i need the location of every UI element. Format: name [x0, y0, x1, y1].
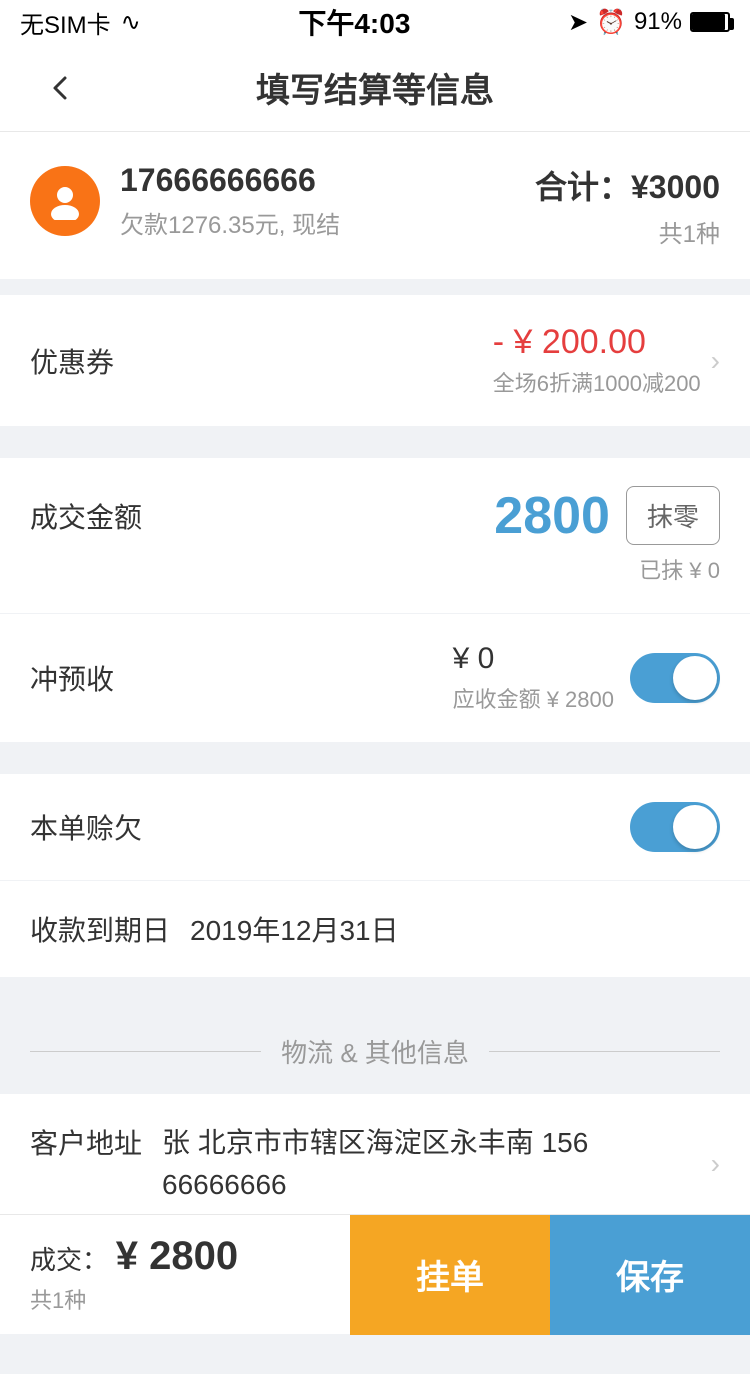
- section-divider-2: [0, 742, 750, 758]
- total-count: 共1种: [535, 214, 720, 249]
- due-date-row: 收款到期日 2019年12月31日: [30, 909, 720, 949]
- coupon-right: - ¥ 200.00 全场6折满1000减200 ›: [493, 323, 720, 398]
- deal-row: 成交金额 2800 抹零: [30, 486, 720, 545]
- bottom-deal-line: 成交： ¥ 2800: [30, 1234, 320, 1279]
- prereceive-label: 冲预收: [30, 658, 114, 698]
- arrear-label: 本单赊欠: [30, 807, 142, 847]
- prereceive-row: 冲预收 ¥ 0 应收金额 ¥ 2800: [30, 642, 720, 714]
- round-button[interactable]: 抹零: [626, 486, 720, 545]
- status-right: ➤ ⏰ 91%: [568, 8, 730, 37]
- divider-line-right: [489, 1051, 720, 1052]
- content-area: 17666666666 欠款1276.35元, 现结 合计：¥3000 共1种 …: [0, 132, 750, 1374]
- prereceive-info: ¥ 0 应收金额 ¥ 2800: [453, 642, 614, 714]
- battery-icon: [690, 12, 730, 32]
- coupon-chevron-icon: ›: [711, 345, 720, 377]
- customer-debt: 欠款1276.35元, 现结: [120, 205, 340, 240]
- coupon-label: 优惠券: [30, 341, 114, 381]
- prereceive-right: ¥ 0 应收金额 ¥ 2800: [453, 642, 720, 714]
- coupon-discount: - ¥ 200.00: [493, 323, 701, 362]
- divider-line-left: [30, 1051, 261, 1052]
- bottom-summary: 成交： ¥ 2800 共1种: [0, 1234, 350, 1315]
- customer-right: 合计：¥3000 共1种: [535, 162, 720, 249]
- customer-phone: 17666666666: [120, 162, 340, 199]
- bottom-amount: ¥ 2800: [116, 1234, 238, 1278]
- deal-right: 2800 抹零: [494, 486, 720, 545]
- bottom-bar: 成交： ¥ 2800 共1种 挂单 保存: [0, 1214, 750, 1334]
- due-date-section: 收款到期日 2019年12月31日: [0, 880, 750, 977]
- battery-percent: 91%: [634, 8, 682, 36]
- coupon-desc: 全场6折满1000减200: [493, 366, 701, 398]
- save-button[interactable]: 保存: [550, 1215, 750, 1335]
- status-left: 无SIM卡 ∿: [20, 5, 141, 40]
- location-icon: ➤: [568, 8, 588, 37]
- prereceive-section: 冲预收 ¥ 0 应收金额 ¥ 2800: [0, 613, 750, 742]
- deal-sub: 已抹 ¥ 0: [30, 553, 720, 585]
- customer-info: 17666666666 欠款1276.35元, 现结: [120, 162, 340, 240]
- coupon-info: - ¥ 200.00 全场6折满1000减200: [493, 323, 701, 398]
- status-time: 下午4:03: [298, 2, 410, 42]
- wifi-icon: ∿: [121, 8, 141, 37]
- toggle-knob: [673, 656, 717, 700]
- prereceive-sub: 应收金额 ¥ 2800: [453, 682, 614, 714]
- page-title: 填写结算等信息: [90, 63, 660, 112]
- prereceive-toggle[interactable]: [630, 653, 720, 703]
- arrear-toggle[interactable]: [630, 802, 720, 852]
- coupon-row[interactable]: 优惠券 - ¥ 200.00 全场6折满1000减200 ›: [0, 295, 750, 426]
- logistics-label: 物流 & 其他信息: [281, 1033, 469, 1070]
- no-sim-text: 无SIM卡: [20, 5, 111, 40]
- total-amount: 合计：¥3000: [535, 162, 720, 208]
- logistics-divider: 物流 & 其他信息: [0, 1009, 750, 1094]
- address-chevron-icon: ›: [711, 1148, 720, 1180]
- due-date-value: 2019年12月31日: [190, 909, 399, 949]
- hang-button[interactable]: 挂单: [350, 1215, 550, 1335]
- status-bar: 无SIM卡 ∿ 下午4:03 ➤ ⏰ 91%: [0, 0, 750, 44]
- back-button[interactable]: [30, 58, 90, 118]
- due-date-label: 收款到期日: [30, 909, 170, 949]
- address-value: 张 北京市市辖区海淀区永丰南 156 66666666: [162, 1122, 691, 1206]
- address-section[interactable]: 客户地址 张 北京市市辖区海淀区永丰南 156 66666666 ›: [0, 1094, 750, 1234]
- nav-bar: 填写结算等信息: [0, 44, 750, 132]
- customer-card: 17666666666 欠款1276.35元, 现结 合计：¥3000 共1种: [0, 132, 750, 279]
- customer-left: 17666666666 欠款1276.35元, 现结: [30, 162, 340, 240]
- alarm-icon: ⏰: [596, 8, 626, 37]
- avatar: [30, 166, 100, 236]
- bottom-count: 共1种: [30, 1283, 320, 1315]
- deal-section: 成交金额 2800 抹零 已抹 ¥ 0: [0, 458, 750, 613]
- address-label: 客户地址: [30, 1122, 142, 1162]
- arrear-section: 本单赊欠: [0, 774, 750, 880]
- bottom-deal-label: 成交：: [30, 1245, 108, 1275]
- arrear-toggle-knob: [673, 805, 717, 849]
- section-divider-3: [0, 977, 750, 993]
- section-divider-1: [0, 442, 750, 458]
- prereceive-amount: ¥ 0: [453, 642, 614, 676]
- deal-amount: 2800: [494, 490, 610, 542]
- deal-label: 成交金额: [30, 496, 142, 536]
